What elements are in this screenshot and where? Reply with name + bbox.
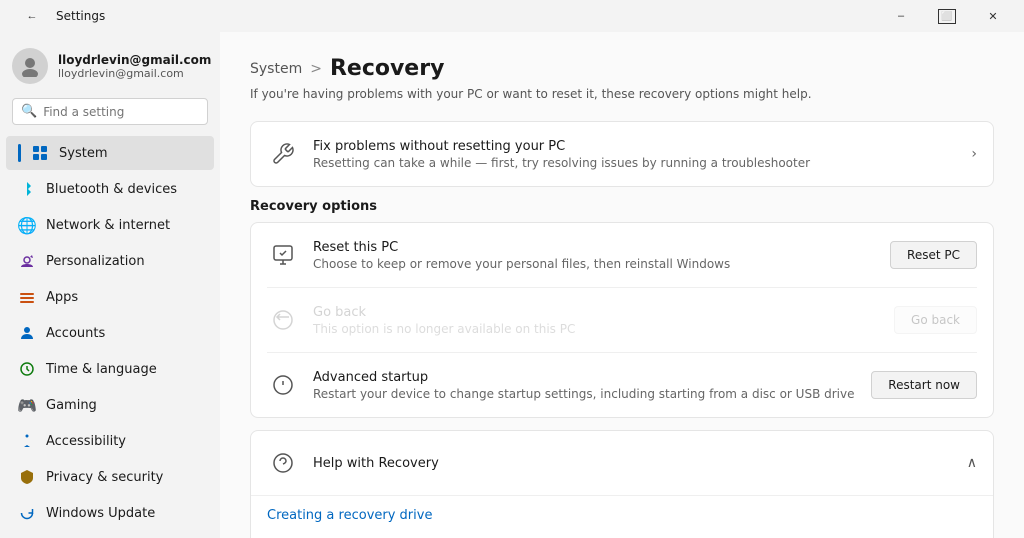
- reset-pc-text: Reset this PC Choose to keep or remove y…: [313, 240, 876, 271]
- fix-problems-card: Fix problems without resetting your PC R…: [250, 121, 994, 187]
- nav-label-accounts: Accounts: [46, 326, 105, 341]
- page-title: Recovery: [330, 56, 444, 81]
- nav-item-gaming[interactable]: 🎮 Gaming: [6, 388, 214, 422]
- time-icon: [18, 360, 36, 378]
- breadcrumb-separator: >: [310, 61, 322, 77]
- user-info: lloydrlevin@gmail.com lloydrlevin@gmail.…: [58, 53, 211, 80]
- back-button[interactable]: ←: [16, 0, 48, 32]
- go-back-icon: [267, 304, 299, 336]
- app-container: lloydrlevin@gmail.com lloydrlevin@gmail.…: [0, 32, 1024, 538]
- nav-label-time: Time & language: [46, 362, 157, 377]
- minimize-button[interactable]: –: [878, 0, 924, 32]
- privacy-icon: [18, 468, 36, 486]
- restart-now-button[interactable]: Restart now: [871, 371, 977, 399]
- advanced-startup-text: Advanced startup Restart your device to …: [313, 370, 857, 401]
- page-subtitle: If you're having problems with your PC o…: [250, 87, 994, 101]
- help-recovery-card: Help with Recovery ∧ Creating a recovery…: [250, 430, 994, 538]
- help-recovery-header[interactable]: Help with Recovery ∧: [251, 431, 993, 495]
- recovery-options-card: Reset this PC Choose to keep or remove y…: [250, 222, 994, 418]
- search-input[interactable]: [43, 105, 199, 119]
- nav-item-accounts[interactable]: Accounts: [6, 316, 214, 350]
- gaming-icon: 🎮: [18, 396, 36, 414]
- advanced-startup-desc: Restart your device to change startup se…: [313, 387, 857, 401]
- go-back-button[interactable]: Go back: [894, 306, 977, 334]
- advanced-startup-title: Advanced startup: [313, 370, 857, 385]
- nav-item-apps[interactable]: Apps: [6, 280, 214, 314]
- advanced-startup-icon: [267, 369, 299, 401]
- nav-item-bluetooth[interactable]: Bluetooth & devices: [6, 172, 214, 206]
- reset-pc-desc: Choose to keep or remove your personal f…: [313, 257, 876, 271]
- fix-problems-icon: [267, 138, 299, 170]
- help-recovery-body: Creating a recovery drive: [251, 495, 993, 538]
- nav-label-gaming: Gaming: [46, 398, 97, 413]
- personalization-icon: [18, 252, 36, 270]
- reset-pc-button[interactable]: Reset PC: [890, 241, 977, 269]
- apps-icon: [18, 288, 36, 306]
- recovery-options-label: Recovery options: [250, 199, 994, 214]
- sidebar: lloydrlevin@gmail.com lloydrlevin@gmail.…: [0, 32, 220, 538]
- nav-label-accessibility: Accessibility: [46, 434, 126, 449]
- user-email: lloydrlevin@gmail.com: [58, 67, 211, 80]
- reset-pc-title: Reset this PC: [313, 240, 876, 255]
- nav-item-personalization[interactable]: Personalization: [6, 244, 214, 278]
- breadcrumb: System > Recovery: [250, 56, 994, 81]
- nav-label-privacy: Privacy & security: [46, 470, 163, 485]
- accessibility-icon: [18, 432, 36, 450]
- system-icon: [31, 144, 49, 162]
- nav-label-personalization: Personalization: [46, 254, 145, 269]
- update-icon: [18, 504, 36, 522]
- search-icon: 🔍: [21, 104, 37, 119]
- active-indicator: [18, 144, 21, 162]
- bluetooth-icon: [18, 180, 36, 198]
- nav-label-apps: Apps: [46, 290, 78, 305]
- help-recovery-icon: [267, 447, 299, 479]
- main-content: System > Recovery If you're having probl…: [220, 32, 1024, 538]
- restore-button[interactable]: ⬜: [924, 0, 970, 32]
- network-icon: 🌐: [18, 216, 36, 234]
- app-title: Settings: [56, 9, 105, 23]
- nav-label-bluetooth: Bluetooth & devices: [46, 182, 177, 197]
- window-controls: – ⬜ ✕: [878, 0, 1016, 32]
- nav-item-network[interactable]: 🌐 Network & internet: [6, 208, 214, 242]
- help-recovery-title: Help with Recovery: [313, 456, 439, 471]
- title-bar: ← Settings – ⬜ ✕: [0, 0, 1024, 32]
- fix-problems-text: Fix problems without resetting your PC R…: [313, 139, 957, 170]
- nav-item-update[interactable]: Windows Update: [6, 496, 214, 530]
- go-back-row[interactable]: Go back This option is no longer availab…: [251, 288, 993, 352]
- nav-item-system[interactable]: System: [6, 136, 214, 170]
- go-back-desc: This option is no longer available on th…: [313, 322, 880, 336]
- nav-item-time[interactable]: Time & language: [6, 352, 214, 386]
- fix-problems-title: Fix problems without resetting your PC: [313, 139, 957, 154]
- fix-problems-row[interactable]: Fix problems without resetting your PC R…: [251, 122, 993, 186]
- fix-problems-desc: Resetting can take a while — first, try …: [313, 156, 957, 170]
- user-name: lloydrlevin@gmail.com: [58, 53, 211, 67]
- nav-item-privacy[interactable]: Privacy & security: [6, 460, 214, 494]
- go-back-title: Go back: [313, 305, 880, 320]
- close-button[interactable]: ✕: [970, 0, 1016, 32]
- fix-problems-arrow: ›: [971, 146, 977, 162]
- help-chevron-icon: ∧: [967, 455, 977, 471]
- advanced-startup-row[interactable]: Advanced startup Restart your device to …: [251, 353, 993, 417]
- creating-recovery-drive-link[interactable]: Creating a recovery drive: [267, 500, 977, 531]
- title-bar-left: ← Settings: [16, 0, 105, 32]
- reset-pc-row[interactable]: Reset this PC Choose to keep or remove y…: [251, 223, 993, 287]
- nav-label-update: Windows Update: [46, 506, 155, 521]
- avatar: [12, 48, 48, 84]
- nav-label-system: System: [59, 146, 107, 161]
- user-section: lloydrlevin@gmail.com lloydrlevin@gmail.…: [0, 40, 220, 98]
- nav-item-accessibility[interactable]: Accessibility: [6, 424, 214, 458]
- accounts-icon: [18, 324, 36, 342]
- nav-label-network: Network & internet: [46, 218, 170, 233]
- reset-pc-icon: [267, 239, 299, 271]
- go-back-text: Go back This option is no longer availab…: [313, 305, 880, 336]
- search-box[interactable]: 🔍: [12, 98, 208, 125]
- breadcrumb-parent: System: [250, 61, 302, 77]
